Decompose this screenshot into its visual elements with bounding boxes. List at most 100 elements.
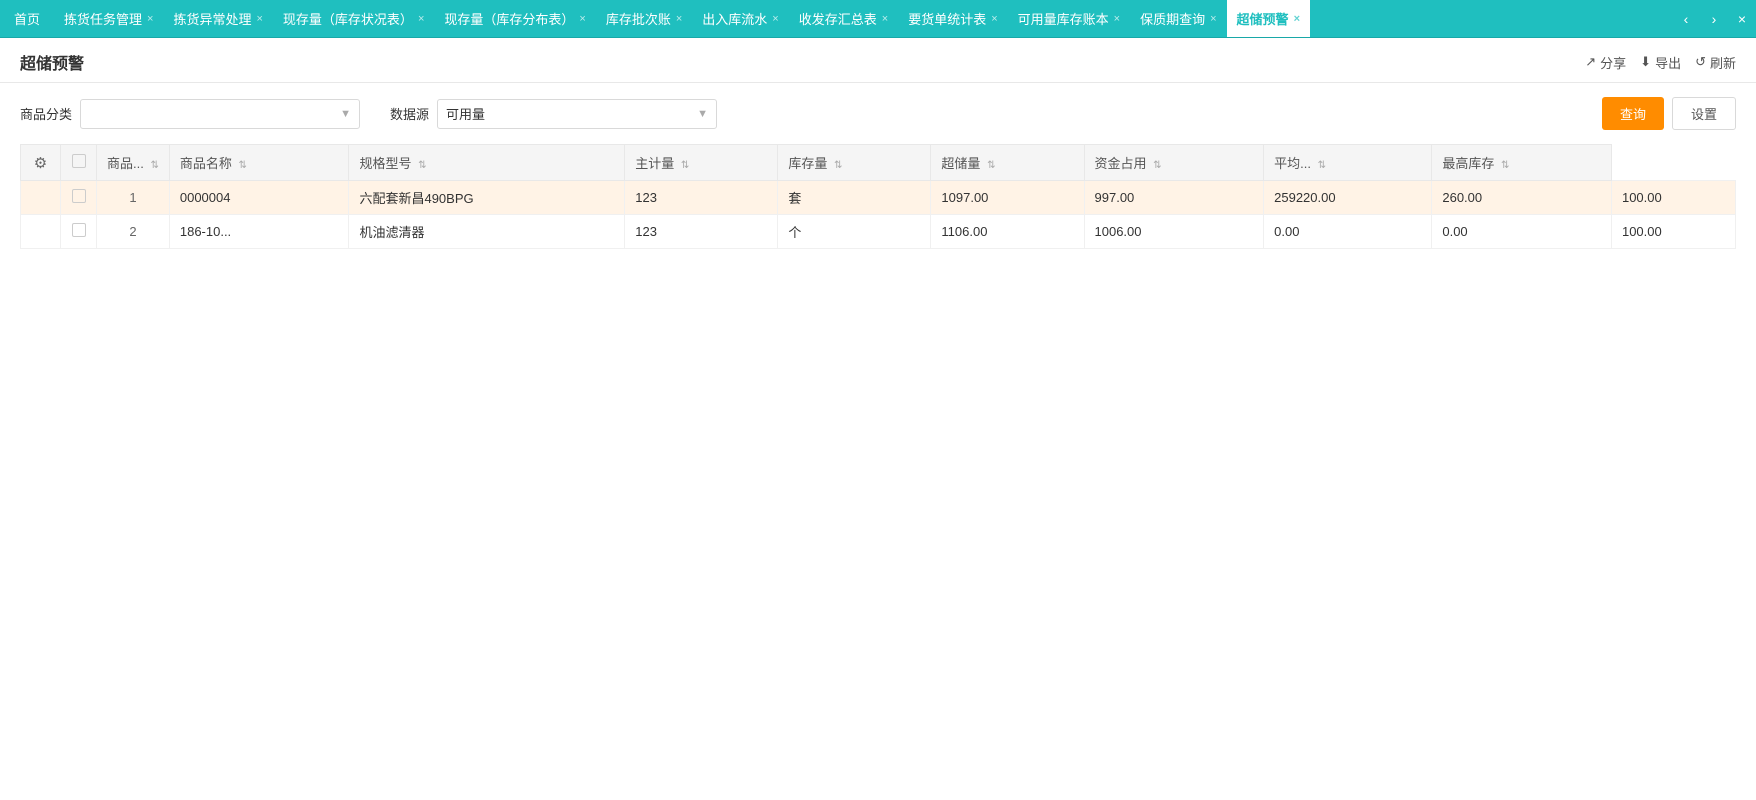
th-stock[interactable]: 库存量 ⇅ bbox=[778, 145, 931, 181]
table-row[interactable]: 1 0000004 六配套新昌490BPG 123 套 1097.00 997.… bbox=[21, 181, 1736, 215]
row-spec-1: 123 bbox=[625, 215, 778, 249]
nav-tab-9[interactable]: 可用量库存账本 × bbox=[1008, 0, 1130, 38]
row-capital-1: 0.00 bbox=[1264, 215, 1432, 249]
row-capital-0: 259220.00 bbox=[1264, 181, 1432, 215]
nav-tab-6[interactable]: 出入库流水 × bbox=[692, 0, 788, 38]
nav-tab-4[interactable]: 现存量（库存分布表） × bbox=[434, 0, 595, 38]
share-icon: ↗ bbox=[1585, 54, 1596, 70]
nav-tab-7[interactable]: 收发存汇总表 × bbox=[789, 0, 898, 38]
data-source-value: 可用量 bbox=[446, 104, 485, 123]
th-unit[interactable]: 主计量 ⇅ bbox=[625, 145, 778, 181]
row-index-1: 2 bbox=[97, 215, 170, 249]
close-tab-3-icon[interactable]: × bbox=[418, 13, 424, 25]
row-settings-1 bbox=[21, 215, 61, 249]
sort-spec-icon[interactable]: ⇅ bbox=[418, 160, 426, 171]
nav-tab-5[interactable]: 库存批次账 × bbox=[596, 0, 692, 38]
export-button[interactable]: ⬇ 导出 bbox=[1640, 53, 1681, 72]
share-button[interactable]: ↗ 分享 bbox=[1585, 53, 1626, 72]
nav-arrow-left[interactable]: ‹ bbox=[1672, 0, 1700, 38]
sort-overstock-icon[interactable]: ⇅ bbox=[987, 160, 995, 171]
product-category-chevron-icon: ▼ bbox=[340, 108, 351, 120]
th-spec[interactable]: 规格型号 ⇅ bbox=[349, 145, 625, 181]
th-product-code[interactable]: 商品... ⇅ bbox=[97, 145, 170, 181]
data-source-filter: 数据源 可用量 ▼ bbox=[390, 99, 717, 129]
close-tab-4-icon[interactable]: × bbox=[579, 13, 585, 25]
data-source-label: 数据源 bbox=[390, 104, 429, 123]
product-category-select[interactable]: ▼ bbox=[80, 99, 360, 129]
close-tab-2-icon[interactable]: × bbox=[256, 13, 262, 25]
row-overstock-0: 997.00 bbox=[1084, 181, 1264, 215]
close-tab-5-icon[interactable]: × bbox=[676, 13, 682, 25]
table-header-row: ⚙ 商品... ⇅ 商品名称 ⇅ 规格型号 ⇅ 主计量 bbox=[21, 145, 1736, 181]
sort-unit-icon[interactable]: ⇅ bbox=[681, 160, 689, 171]
refresh-button[interactable]: ↺ 刷新 bbox=[1695, 53, 1736, 72]
close-tab-8-icon[interactable]: × bbox=[991, 13, 997, 25]
nav-tab-11[interactable]: 超储预警 × bbox=[1227, 0, 1310, 38]
refresh-icon: ↺ bbox=[1695, 54, 1706, 70]
row-checkbox-1[interactable] bbox=[61, 215, 97, 249]
sort-stock-icon[interactable]: ⇅ bbox=[834, 160, 842, 171]
page-header: 超储预警 ↗ 分享 ⬇ 导出 ↺ 刷新 bbox=[0, 38, 1756, 83]
close-tab-7-icon[interactable]: × bbox=[882, 13, 888, 25]
row-settings-0 bbox=[21, 181, 61, 215]
nav-tab-3[interactable]: 现存量（库存状况表） × bbox=[273, 0, 434, 38]
row-unit-0: 套 bbox=[778, 181, 931, 215]
table-row[interactable]: 2 186-10... 机油滤清器 123 个 1106.00 1006.00 … bbox=[21, 215, 1736, 249]
row-unit-1: 个 bbox=[778, 215, 931, 249]
data-table: ⚙ 商品... ⇅ 商品名称 ⇅ 规格型号 ⇅ 主计量 bbox=[20, 144, 1736, 249]
close-tab-6-icon[interactable]: × bbox=[772, 13, 778, 25]
nav-arrow-right[interactable]: › bbox=[1700, 0, 1728, 38]
sort-product-code-icon[interactable]: ⇅ bbox=[150, 160, 158, 171]
table-body: 1 0000004 六配套新昌490BPG 123 套 1097.00 997.… bbox=[21, 181, 1736, 249]
data-source-select[interactable]: 可用量 ▼ bbox=[437, 99, 717, 129]
row-spec-0: 123 bbox=[625, 181, 778, 215]
filter-area: 商品分类 ▼ 数据源 可用量 ▼ 查询 设置 bbox=[0, 83, 1756, 144]
close-tab-10-icon[interactable]: × bbox=[1210, 13, 1216, 25]
close-tab-9-icon[interactable]: × bbox=[1114, 13, 1120, 25]
th-product-name[interactable]: 商品名称 ⇅ bbox=[169, 145, 349, 181]
row-stock-1: 1106.00 bbox=[931, 215, 1084, 249]
nav-arrow-close[interactable]: × bbox=[1728, 0, 1756, 38]
row-max-stock-0: 100.00 bbox=[1611, 181, 1735, 215]
th-settings[interactable]: ⚙ bbox=[21, 145, 61, 181]
setting-button[interactable]: 设置 bbox=[1672, 97, 1736, 130]
sort-product-name-icon[interactable]: ⇅ bbox=[239, 160, 247, 171]
nav-home[interactable]: 首页 bbox=[0, 9, 54, 28]
row-product-code-0: 0000004 bbox=[169, 181, 349, 215]
export-icon: ⬇ bbox=[1640, 54, 1651, 70]
sort-max-stock-icon[interactable]: ⇅ bbox=[1501, 160, 1509, 171]
settings-gear-icon[interactable]: ⚙ bbox=[34, 155, 47, 172]
nav-tab-2[interactable]: 拣货异常处理 × bbox=[163, 0, 272, 38]
header-actions: ↗ 分享 ⬇ 导出 ↺ 刷新 bbox=[1585, 53, 1736, 72]
row-overstock-1: 1006.00 bbox=[1084, 215, 1264, 249]
th-max-stock[interactable]: 最高库存 ⇅ bbox=[1432, 145, 1612, 181]
top-navigation: 首页 拣货任务管理 × 拣货异常处理 × 现存量（库存状况表） × 现存量（库存… bbox=[0, 0, 1756, 38]
close-tab-1-icon[interactable]: × bbox=[147, 13, 153, 25]
page-title: 超储预警 bbox=[20, 50, 84, 74]
row-product-name-0: 六配套新昌490BPG bbox=[349, 181, 625, 215]
close-tab-11-icon[interactable]: × bbox=[1294, 13, 1300, 25]
th-checkbox[interactable] bbox=[61, 145, 97, 181]
row-avg-price-0: 260.00 bbox=[1432, 181, 1612, 215]
product-category-filter: 商品分类 ▼ bbox=[20, 99, 360, 129]
table-container: ⚙ 商品... ⇅ 商品名称 ⇅ 规格型号 ⇅ 主计量 bbox=[0, 144, 1756, 249]
select-all-checkbox[interactable] bbox=[72, 154, 86, 168]
row-select-checkbox-1[interactable] bbox=[72, 223, 86, 237]
row-product-name-1: 机油滤清器 bbox=[349, 215, 625, 249]
nav-tab-10[interactable]: 保质期查询 × bbox=[1130, 0, 1226, 38]
sort-avg-price-icon[interactable]: ⇅ bbox=[1318, 160, 1326, 171]
row-index-0: 1 bbox=[97, 181, 170, 215]
th-overstock[interactable]: 超储量 ⇅ bbox=[931, 145, 1084, 181]
nav-tab-1[interactable]: 拣货任务管理 × bbox=[54, 0, 163, 38]
sort-capital-icon[interactable]: ⇅ bbox=[1153, 160, 1161, 171]
filter-actions: 查询 设置 bbox=[1602, 97, 1736, 130]
th-avg-price[interactable]: 平均... ⇅ bbox=[1264, 145, 1432, 181]
row-select-checkbox-0[interactable] bbox=[72, 189, 86, 203]
product-category-label: 商品分类 bbox=[20, 104, 72, 123]
query-button[interactable]: 查询 bbox=[1602, 97, 1664, 130]
row-avg-price-1: 0.00 bbox=[1432, 215, 1612, 249]
nav-tab-8[interactable]: 要货单统计表 × bbox=[898, 0, 1007, 38]
row-checkbox-0[interactable] bbox=[61, 181, 97, 215]
row-max-stock-1: 100.00 bbox=[1611, 215, 1735, 249]
th-capital[interactable]: 资金占用 ⇅ bbox=[1084, 145, 1264, 181]
